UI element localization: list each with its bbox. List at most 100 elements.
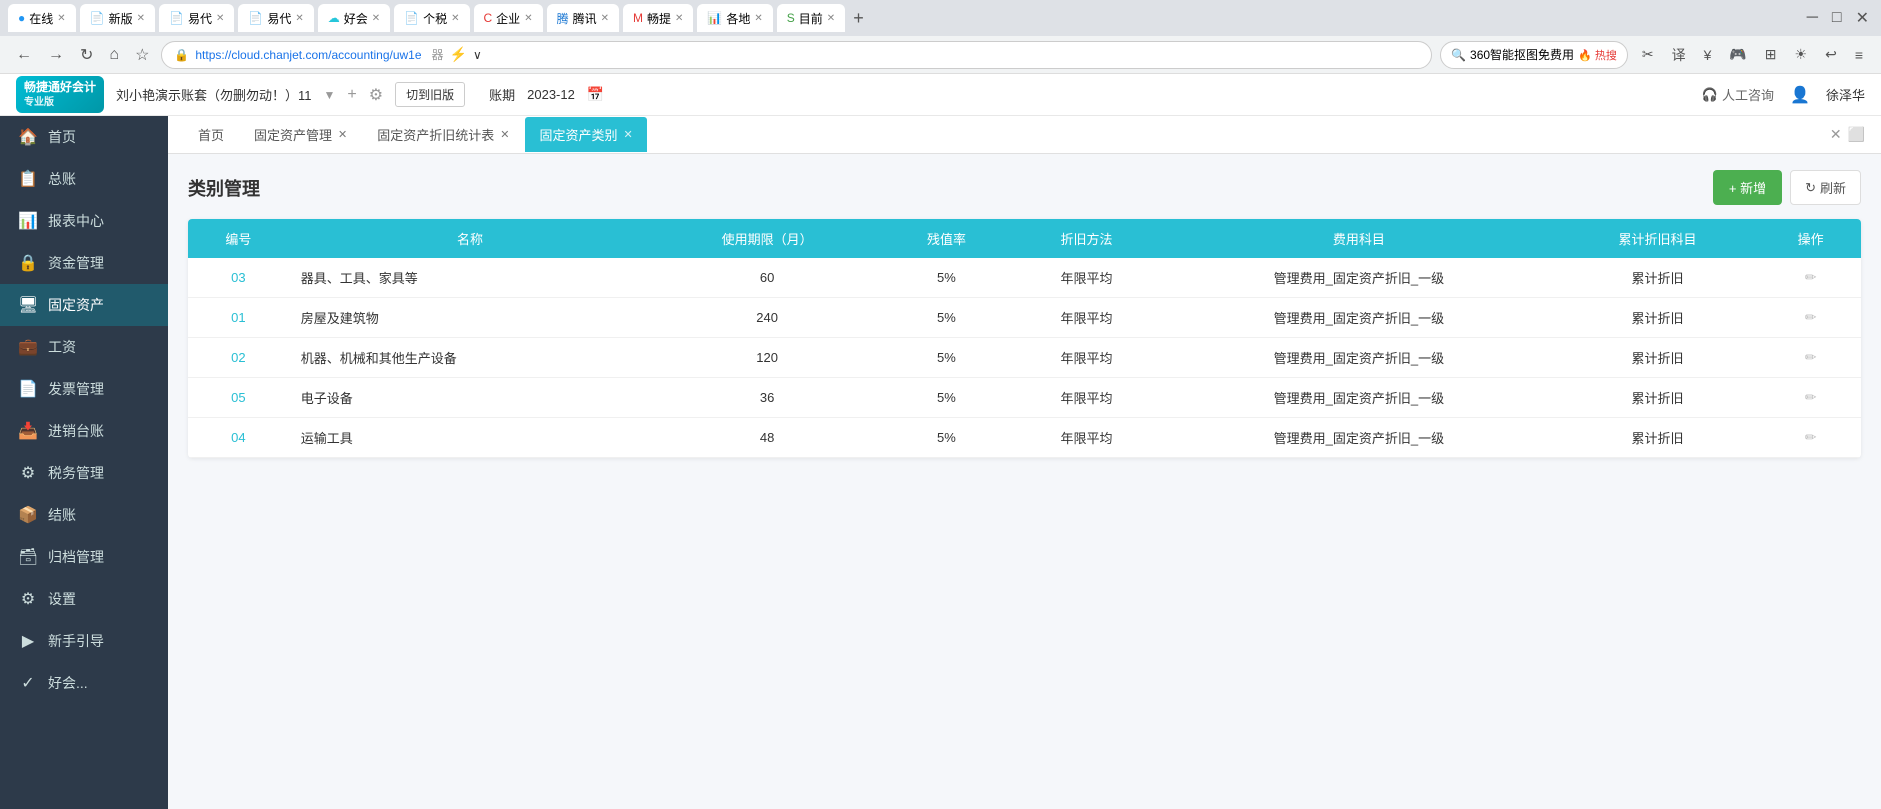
add-button[interactable]: + 新增 bbox=[1713, 170, 1782, 205]
grid-button[interactable]: ⊞ bbox=[1759, 43, 1783, 66]
browser-tab-gedi[interactable]: 📊 各地 ✕ bbox=[697, 4, 772, 32]
main-content: 首页 固定资产管理 ✕ 固定资产折旧统计表 ✕ 固定资产类别 ✕ ✕ ⬜ 类别管… bbox=[168, 116, 1881, 809]
username-label: 徐泽华 bbox=[1826, 85, 1865, 104]
url-text: https://cloud.chanjet.com/accounting/uw1… bbox=[195, 48, 421, 62]
edit-icon-1[interactable]: ✏ bbox=[1805, 309, 1817, 325]
tab-win-maximize-icon[interactable]: ⬜ bbox=[1848, 126, 1865, 143]
consult-button[interactable]: 🎧 人工咨询 bbox=[1702, 85, 1774, 104]
browser-tab-yidai1[interactable]: 📄 易代 ✕ bbox=[159, 4, 234, 32]
sidebar-item-reports[interactable]: 📊 报表中心 bbox=[0, 200, 168, 242]
table-header-row: 编号 名称 使用期限（月） 残值率 折旧方法 费用科目 累计折旧科目 操作 bbox=[188, 219, 1861, 258]
settings-gear-icon[interactable]: ⚙ bbox=[369, 85, 383, 105]
undo-button[interactable]: ↩ bbox=[1819, 43, 1843, 66]
edit-icon-3[interactable]: ✏ bbox=[1805, 389, 1817, 405]
address-bar[interactable]: 🔒 https://cloud.chanjet.com/accounting/u… bbox=[161, 41, 1432, 69]
cell-name-3: 电子设备 bbox=[289, 378, 652, 418]
col-residual: 残值率 bbox=[883, 219, 1010, 258]
period-label: 账期 bbox=[489, 85, 515, 104]
headset-icon: 🎧 bbox=[1702, 87, 1718, 103]
close-window-button[interactable]: ✕ bbox=[1852, 4, 1873, 32]
search-bar[interactable]: 🔍 360智能抠图免费用 🔥 热搜 bbox=[1440, 41, 1628, 69]
tab-fixed-assets-management[interactable]: 固定资产管理 ✕ bbox=[240, 117, 361, 152]
user-avatar-icon: 👤 bbox=[1790, 85, 1810, 105]
sidebar-item-tax[interactable]: ⚙ 税务管理 bbox=[0, 452, 168, 494]
minimize-button[interactable]: ─ bbox=[1803, 5, 1822, 31]
funds-icon: 🔒 bbox=[18, 253, 38, 273]
ledger-icon: 📋 bbox=[18, 169, 38, 189]
cell-action-1: ✏ bbox=[1760, 298, 1861, 338]
game-button[interactable]: 🎮 bbox=[1723, 43, 1752, 66]
browser-tab-yidai2[interactable]: 📄 易代 ✕ bbox=[238, 4, 313, 32]
sidebar-item-archive[interactable]: 🗃 归档管理 bbox=[0, 536, 168, 578]
col-name: 名称 bbox=[289, 219, 652, 258]
forward-button[interactable]: → bbox=[44, 42, 68, 68]
purchase-icon: 📥 bbox=[18, 421, 38, 441]
scissors-button[interactable]: ✂ bbox=[1636, 43, 1660, 66]
browser-tab-geshui[interactable]: 📄 个税 ✕ bbox=[394, 4, 469, 32]
translate-button[interactable]: 译 bbox=[1666, 42, 1692, 68]
dropdown-icon[interactable]: ▼ bbox=[324, 88, 336, 102]
tab-fixed-assets-category[interactable]: 固定资产类别 ✕ bbox=[525, 117, 646, 152]
cell-name-0: 器具、工具、家具等 bbox=[289, 258, 652, 298]
browser-tab-new[interactable]: 📄 新版 ✕ bbox=[80, 4, 155, 32]
calendar-icon[interactable]: 📅 bbox=[587, 86, 604, 103]
browser-tab-changtui[interactable]: M 畅提 ✕ bbox=[623, 4, 693, 32]
cell-period-3: 36 bbox=[651, 378, 883, 418]
sidebar-item-fixed-assets[interactable]: 🖥 固定资产 bbox=[0, 284, 168, 326]
cell-name-2: 机器、机械和其他生产设备 bbox=[289, 338, 652, 378]
sidebar-item-funds[interactable]: 🔒 资金管理 bbox=[0, 242, 168, 284]
add-icon[interactable]: + bbox=[347, 86, 356, 104]
cell-accum-3: 累计折旧 bbox=[1555, 378, 1760, 418]
sidebar-item-guide[interactable]: ▶ 新手引导 bbox=[0, 620, 168, 662]
salary-icon: 💼 bbox=[18, 337, 38, 357]
edit-icon-2[interactable]: ✏ bbox=[1805, 349, 1817, 365]
sidebar-item-settings[interactable]: ⚙ 设置 bbox=[0, 578, 168, 620]
cell-action-4: ✏ bbox=[1760, 418, 1861, 458]
browser-toolbar: ← → ↻ ⌂ ☆ 🔒 https://cloud.chanjet.com/ac… bbox=[0, 36, 1881, 74]
browser-tab-online[interactable]: ● 在线 ✕ bbox=[8, 4, 76, 32]
reload-button[interactable]: ↻ bbox=[76, 41, 97, 69]
cell-code-1: 01 bbox=[188, 298, 289, 338]
table-row: 03 器具、工具、家具等 60 5% 年限平均 管理费用_固定资产折旧_一级 累… bbox=[188, 258, 1861, 298]
sidebar-item-settlement[interactable]: 📦 结账 bbox=[0, 494, 168, 536]
edit-icon-4[interactable]: ✏ bbox=[1805, 429, 1817, 445]
cell-action-3: ✏ bbox=[1760, 378, 1861, 418]
tab-win-close-icon[interactable]: ✕ bbox=[1830, 126, 1842, 143]
tab-home[interactable]: 首页 bbox=[184, 117, 238, 152]
sidebar-item-home[interactable]: 🏠 首页 bbox=[0, 116, 168, 158]
cell-name-1: 房屋及建筑物 bbox=[289, 298, 652, 338]
cell-expense-3: 管理费用_固定资产折旧_一级 bbox=[1163, 378, 1555, 418]
browser-tab-enterprise[interactable]: C 企业 ✕ bbox=[474, 4, 543, 32]
bookmark-button[interactable]: ☆ bbox=[131, 41, 153, 69]
new-tab-button[interactable]: + bbox=[849, 4, 868, 33]
browser-tab-tencent[interactable]: 腾 腾讯 ✕ bbox=[547, 4, 619, 32]
sidebar-item-ledger[interactable]: 📋 总账 bbox=[0, 158, 168, 200]
cell-expense-0: 管理费用_固定资产折旧_一级 bbox=[1163, 258, 1555, 298]
switch-version-button[interactable]: 切到旧版 bbox=[395, 82, 465, 107]
content-tabs: 首页 固定资产管理 ✕ 固定资产折旧统计表 ✕ 固定资产类别 ✕ ✕ ⬜ bbox=[168, 116, 1881, 154]
menu-button[interactable]: ≡ bbox=[1849, 44, 1869, 66]
sidebar-item-invoice[interactable]: 📄 发票管理 bbox=[0, 368, 168, 410]
table-row: 02 机器、机械和其他生产设备 120 5% 年限平均 管理费用_固定资产折旧_… bbox=[188, 338, 1861, 378]
tab-close-fixed-assets[interactable]: ✕ bbox=[338, 128, 347, 141]
cell-residual-1: 5% bbox=[883, 298, 1010, 338]
search-text: 360智能抠图免费用 bbox=[1470, 46, 1574, 63]
settings-button[interactable]: ☀ bbox=[1789, 43, 1814, 66]
currency-button[interactable]: ¥ bbox=[1698, 44, 1718, 66]
sidebar-item-haohui[interactable]: ✓ 好会... bbox=[0, 662, 168, 704]
back-button[interactable]: ← bbox=[12, 42, 36, 68]
browser-chrome: ● 在线 ✕ 📄 新版 ✕ 📄 易代 ✕ 📄 易代 ✕ ☁ 好会 ✕ 📄 个税 … bbox=[0, 0, 1881, 36]
refresh-button[interactable]: ↻ 刷新 bbox=[1790, 170, 1861, 205]
sidebar-item-purchase-sales[interactable]: 📥 进销台账 bbox=[0, 410, 168, 452]
col-code: 编号 bbox=[188, 219, 289, 258]
browser-tab-haohui[interactable]: ☁ 好会 ✕ bbox=[318, 4, 390, 32]
tab-close-depreciation[interactable]: ✕ bbox=[500, 128, 509, 141]
browser-tab-muqian[interactable]: S 目前 ✕ bbox=[777, 4, 845, 32]
maximize-button[interactable]: □ bbox=[1828, 5, 1846, 31]
sidebar: 🏠 首页 📋 总账 📊 报表中心 🔒 资金管理 🖥 固定资产 💼 工资 📄 发票… bbox=[0, 116, 168, 809]
home-button[interactable]: ⌂ bbox=[105, 42, 123, 68]
edit-icon-0[interactable]: ✏ bbox=[1805, 269, 1817, 285]
sidebar-item-salary[interactable]: 💼 工资 bbox=[0, 326, 168, 368]
tab-close-category[interactable]: ✕ bbox=[624, 128, 633, 141]
tab-depreciation-stats[interactable]: 固定资产折旧统计表 ✕ bbox=[363, 117, 523, 152]
